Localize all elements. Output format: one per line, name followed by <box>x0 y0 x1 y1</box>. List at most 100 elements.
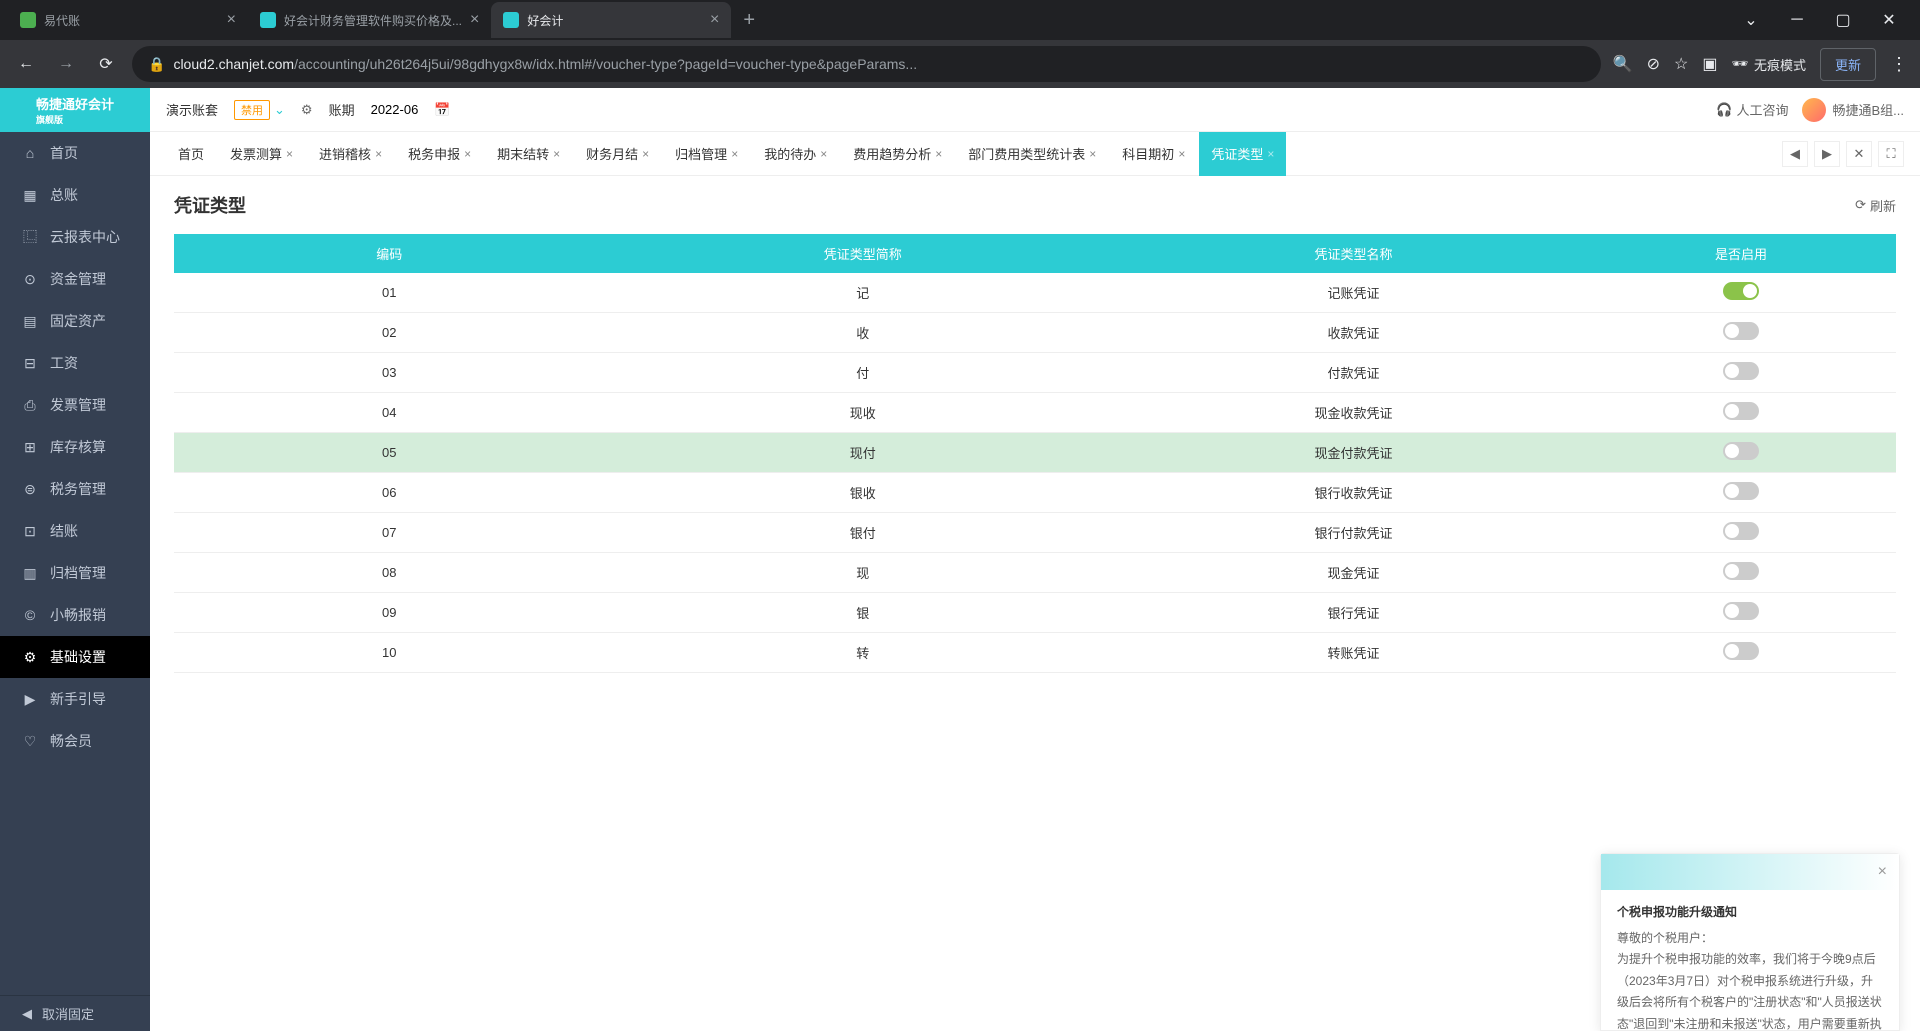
enable-toggle[interactable] <box>1723 282 1759 300</box>
back-button[interactable]: ← <box>12 50 40 78</box>
fullscreen-button[interactable]: ⛶ <box>1878 141 1904 167</box>
content-tab[interactable]: 财务月结× <box>574 132 661 176</box>
close-icon[interactable]: × <box>731 147 738 161</box>
table-row[interactable]: 08现现金凭证 <box>174 553 1896 593</box>
close-icon[interactable]: × <box>820 147 827 161</box>
enable-toggle[interactable] <box>1723 562 1759 580</box>
ledger-icon: ▦ <box>22 187 38 203</box>
enable-toggle[interactable] <box>1723 642 1759 660</box>
sidebar-item-tax[interactable]: ⊜税务管理 <box>0 468 150 510</box>
close-icon[interactable]: × <box>1089 147 1096 161</box>
close-icon[interactable]: × <box>1267 147 1274 161</box>
sidebar-item-report[interactable]: ©小畅报销 <box>0 594 150 636</box>
extensions-icon[interactable]: ▣ <box>1702 54 1717 74</box>
sidebar-item-asset[interactable]: ▤固定资产 <box>0 300 150 342</box>
table-row[interactable]: 03付付款凭证 <box>174 353 1896 393</box>
table-row[interactable]: 04现收现金收款凭证 <box>174 393 1896 433</box>
sidebar-item-vip[interactable]: ♡畅会员 <box>0 720 150 762</box>
table-row[interactable]: 02收收款凭证 <box>174 313 1896 353</box>
content-tab[interactable]: 科目期初× <box>1110 132 1197 176</box>
chevron-down-icon[interactable]: ⌄ <box>274 102 285 118</box>
enable-toggle[interactable] <box>1723 402 1759 420</box>
close-icon[interactable]: × <box>935 147 942 161</box>
address-bar[interactable]: 🔒 cloud2.chanjet.com/accounting/uh26t264… <box>132 46 1601 82</box>
content-tab[interactable]: 进销稽核× <box>307 132 394 176</box>
tab-next-button[interactable]: ▶ <box>1814 141 1840 167</box>
table-row[interactable]: 09银银行凭证 <box>174 593 1896 633</box>
tab-label: 部门费用类型统计表 <box>968 144 1085 163</box>
browser-chrome: 易代账 × 好会计财务管理软件购买价格及... × 好会计 × + ⌄ ─ ▢ … <box>0 0 1920 88</box>
sidebar-item-money[interactable]: ⊙资金管理 <box>0 258 150 300</box>
content-tab[interactable]: 发票测算× <box>218 132 305 176</box>
enable-toggle[interactable] <box>1723 322 1759 340</box>
sidebar-item-stock[interactable]: ⊞库存核算 <box>0 426 150 468</box>
content-tab[interactable]: 部门费用类型统计表 × <box>956 132 1108 176</box>
content-tab[interactable]: 税务申报× <box>396 132 483 176</box>
table-row[interactable]: 05现付现金付款凭证 <box>174 433 1896 473</box>
sidebar-item-close-acc[interactable]: ⊡结账 <box>0 510 150 552</box>
disable-badge: 禁用 <box>234 100 270 120</box>
content-tab[interactable]: 归档管理× <box>663 132 750 176</box>
col-short: 凭证类型简称 <box>605 234 1122 273</box>
bookmark-icon[interactable]: ☆ <box>1674 54 1688 74</box>
close-window-button[interactable]: ✕ <box>1866 0 1912 40</box>
close-icon[interactable]: × <box>553 147 560 161</box>
notification-greeting: 尊敬的个税用户： <box>1617 928 1883 950</box>
table-row[interactable]: 07银付银行付款凭证 <box>174 513 1896 553</box>
sidebar-item-ledger[interactable]: ▦总账 <box>0 174 150 216</box>
browser-tab-2[interactable]: 好会计 × <box>491 2 731 38</box>
chevron-down-icon[interactable]: ⌄ <box>1728 0 1774 40</box>
sidebar-footer-unpin[interactable]: ◀ 取消固定 <box>0 995 150 1031</box>
close-icon[interactable]: × <box>1878 863 1887 881</box>
browser-tab-1[interactable]: 好会计财务管理软件购买价格及... × <box>248 2 491 38</box>
sidebar-item-chart[interactable]: ⿺云报表中心 <box>0 216 150 258</box>
settings-icon: ⚙ <box>22 649 38 665</box>
content-tab[interactable]: 费用趋势分析× <box>841 132 954 176</box>
sidebar-item-salary[interactable]: ⊟工资 <box>0 342 150 384</box>
sidebar-item-archive[interactable]: ▥归档管理 <box>0 552 150 594</box>
extension-icon[interactable]: ⊘ <box>1647 54 1660 74</box>
refresh-button[interactable]: ⟳ 刷新 <box>1855 196 1896 215</box>
enable-toggle[interactable] <box>1723 602 1759 620</box>
content-tab[interactable]: 首页 <box>166 132 216 176</box>
enable-toggle[interactable] <box>1723 482 1759 500</box>
close-icon[interactable]: × <box>375 147 382 161</box>
close-icon[interactable]: × <box>286 147 293 161</box>
sidebar-item-settings[interactable]: ⚙基础设置 <box>0 636 150 678</box>
table-row[interactable]: 06银收银行收款凭证 <box>174 473 1896 513</box>
menu-button[interactable]: ⋮ <box>1890 54 1908 75</box>
browser-tab-0[interactable]: 易代账 × <box>8 2 248 38</box>
reload-button[interactable]: ⟳ <box>92 50 120 78</box>
content-tab[interactable]: 凭证类型× <box>1199 132 1286 176</box>
minimize-button[interactable]: ─ <box>1774 0 1820 40</box>
sidebar-item-home[interactable]: ⌂首页 <box>0 132 150 174</box>
maximize-button[interactable]: ▢ <box>1820 0 1866 40</box>
update-button[interactable]: 更新 <box>1820 48 1876 81</box>
sidebar-item-label: 库存核算 <box>50 437 106 457</box>
sidebar-item-guide[interactable]: ▶新手引导 <box>0 678 150 720</box>
enable-toggle[interactable] <box>1723 522 1759 540</box>
sidebar-item-invoice[interactable]: ⎙发票管理 <box>0 384 150 426</box>
content-tab[interactable]: 期末结转× <box>485 132 572 176</box>
table-row[interactable]: 01记记账凭证 <box>174 273 1896 313</box>
tab-close-all-button[interactable]: ✕ <box>1846 141 1872 167</box>
new-tab-button[interactable]: + <box>731 9 767 32</box>
forward-button[interactable]: → <box>52 50 80 78</box>
content-tab[interactable]: 我的待办× <box>752 132 839 176</box>
close-icon[interactable]: × <box>642 147 649 161</box>
close-icon[interactable]: × <box>464 147 471 161</box>
zoom-icon[interactable]: 🔍 <box>1613 54 1633 74</box>
close-icon[interactable]: × <box>227 11 236 29</box>
enable-toggle[interactable] <box>1723 442 1759 460</box>
close-icon[interactable]: × <box>710 11 719 29</box>
calendar-icon[interactable]: 📅 <box>434 102 450 118</box>
close-icon[interactable]: × <box>1178 147 1185 161</box>
enable-toggle[interactable] <box>1723 362 1759 380</box>
tab-prev-button[interactable]: ◀ <box>1782 141 1808 167</box>
close-icon[interactable]: × <box>470 11 479 29</box>
tab-title: 好会计财务管理软件购买价格及... <box>284 12 462 29</box>
table-row[interactable]: 10转转账凭证 <box>174 633 1896 673</box>
gear-icon[interactable]: ⚙ <box>301 102 313 118</box>
user-info[interactable]: 畅捷通B组... <box>1802 98 1904 122</box>
consult-link[interactable]: 🎧 人工咨询 <box>1716 100 1788 119</box>
